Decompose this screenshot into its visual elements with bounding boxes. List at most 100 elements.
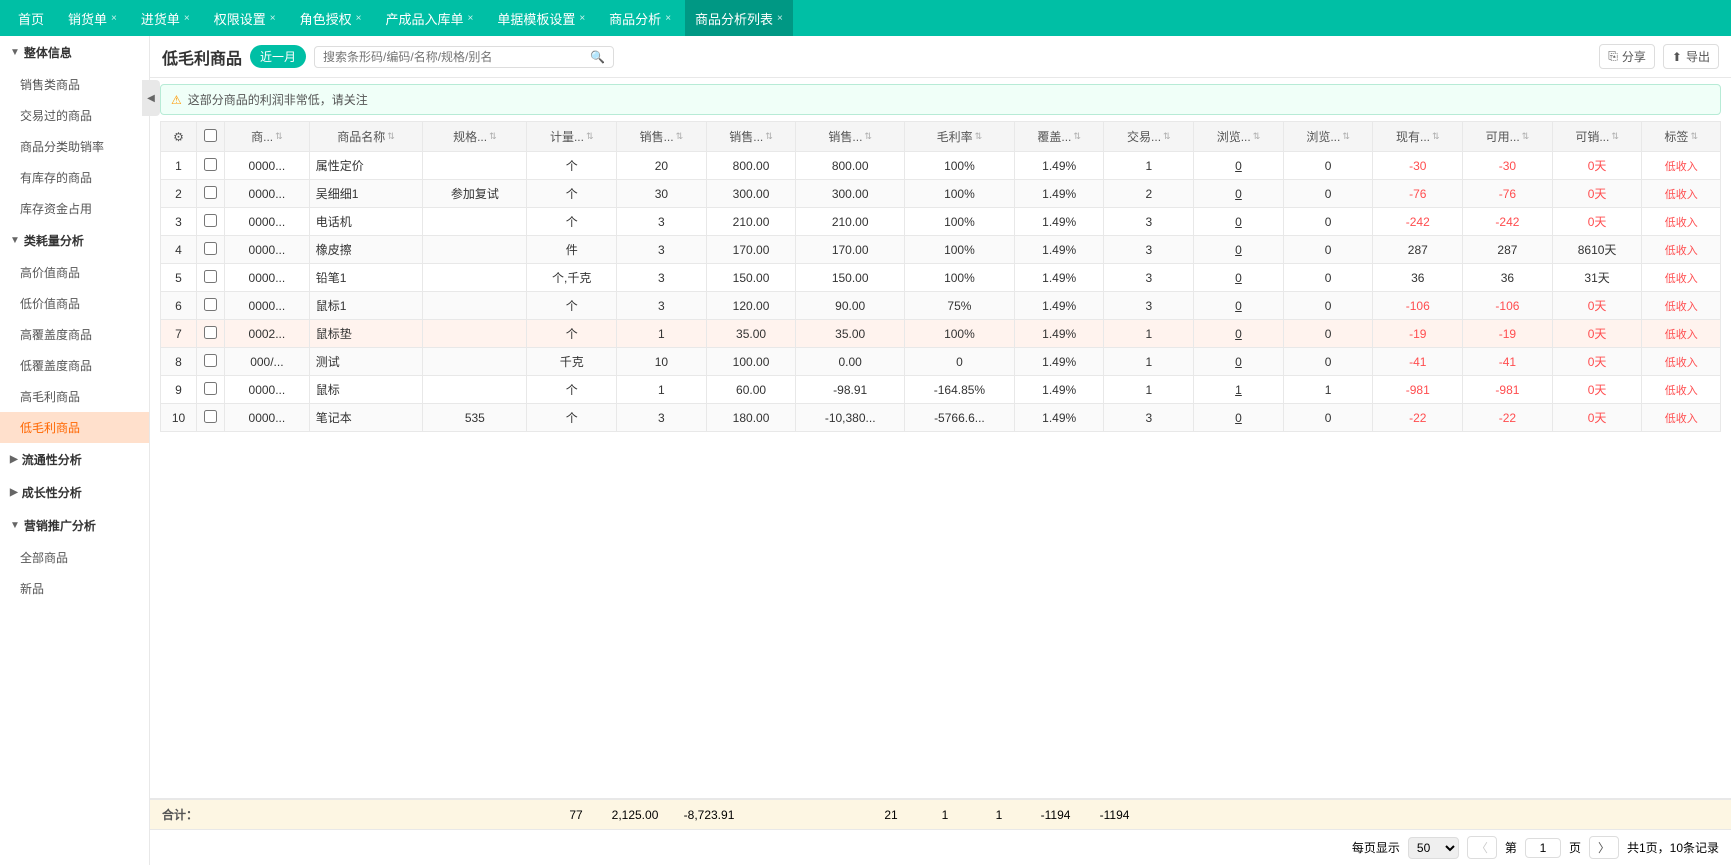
browse1-link[interactable]: 0 <box>1235 187 1242 201</box>
sort-icon-spec[interactable]: ⇅ <box>489 131 497 142</box>
sort-icon-transaction[interactable]: ⇅ <box>1163 131 1171 142</box>
browse1-link[interactable]: 1 <box>1235 383 1242 397</box>
browse1-link[interactable]: 0 <box>1235 271 1242 285</box>
sort-icon-coverage[interactable]: ⇅ <box>1073 131 1081 142</box>
sidebar-item-高覆盖度商品[interactable]: 高覆盖度商品 <box>0 319 149 350</box>
prev-page-button[interactable]: 〈 <box>1467 836 1497 859</box>
sidebar-item-高毛利商品[interactable]: 高毛利商品 <box>0 381 149 412</box>
nav-item-销货单[interactable]: 销货单× <box>58 0 127 36</box>
sidebar-group-成长性分析[interactable]: ▶成长性分析 <box>0 476 149 509</box>
share-button[interactable]: ⎘ 分享 <box>1599 44 1655 69</box>
row-sales-price: 170.00 <box>706 236 796 264</box>
nav-item-单据模板设置[interactable]: 单据模板设置× <box>487 0 595 36</box>
nav-item-进货单[interactable]: 进货单× <box>131 0 200 36</box>
sidebar-group-流通性分析[interactable]: ▶流通性分析 <box>0 443 149 476</box>
browse1-link[interactable]: 0 <box>1235 215 1242 229</box>
row-sales-price: 800.00 <box>706 152 796 180</box>
sort-icon-browse2[interactable]: ⇅ <box>1342 131 1350 142</box>
row-current-stock: -106 <box>1373 292 1463 320</box>
sidebar-item-销售类商品[interactable]: 销售类商品 <box>0 69 149 100</box>
nav-close-icon[interactable]: × <box>777 13 783 24</box>
nav-close-icon[interactable]: × <box>356 13 362 24</box>
sidebar-item-高价值商品[interactable]: 高价值商品 <box>0 257 149 288</box>
browse1-link[interactable]: 0 <box>1235 355 1242 369</box>
page-size-select[interactable]: 50 100 200 <box>1408 837 1459 859</box>
table-row: 90000...鼠标个160.00-98.91-164.85%1.49%111-… <box>161 376 1721 404</box>
sidebar-collapse-button[interactable]: ◀ <box>142 80 160 116</box>
sidebar-item-交易过的商品[interactable]: 交易过的商品 <box>0 100 149 131</box>
nav-item-商品分析列表[interactable]: 商品分析列表× <box>685 0 793 36</box>
sidebar-item-低毛利商品[interactable]: 低毛利商品 <box>0 412 149 443</box>
sort-icon-available[interactable]: ⇅ <box>1522 131 1530 142</box>
row-checkbox[interactable] <box>204 214 217 227</box>
row-sales-profit: 0.00 <box>796 348 905 376</box>
row-browse2: 1 <box>1283 376 1373 404</box>
sidebar-item-新品[interactable]: 新品 <box>0 573 149 604</box>
sort-icon-code[interactable]: ⇅ <box>275 131 283 142</box>
sort-icon-sales-qty[interactable]: ⇅ <box>676 131 684 142</box>
nav-close-icon[interactable]: × <box>270 13 276 24</box>
row-browse1: 0 <box>1194 320 1284 348</box>
row-checkbox[interactable] <box>204 410 217 423</box>
sidebar-group-整体信息[interactable]: ▼整体信息 <box>0 36 149 69</box>
col-settings[interactable]: ⚙ <box>161 122 197 152</box>
row-transaction: 3 <box>1104 264 1194 292</box>
col-sales-profit: 销售...⇅ <box>796 122 905 152</box>
sort-icon-sellable[interactable]: ⇅ <box>1611 131 1619 142</box>
next-page-button[interactable]: 〉 <box>1589 836 1619 859</box>
row-name: 鼠标1 <box>309 292 423 320</box>
nav-item-商品分析[interactable]: 商品分析× <box>599 0 681 36</box>
table-row: 100000...笔记本535个3180.00-10,380...-5766.6… <box>161 404 1721 432</box>
row-checkbox[interactable] <box>204 242 217 255</box>
page-number-input[interactable] <box>1525 838 1561 858</box>
table-header-row: ⚙ 商...⇅ 商品名称⇅ 规格...⇅ 计量...⇅ 销售...⇅ 销售...… <box>161 122 1721 152</box>
row-checkbox[interactable] <box>204 158 217 171</box>
row-current-stock: -76 <box>1373 180 1463 208</box>
sort-icon-browse1[interactable]: ⇅ <box>1253 131 1261 142</box>
sidebar-item-商品分类助销率[interactable]: 商品分类助销率 <box>0 131 149 162</box>
browse1-link[interactable]: 0 <box>1235 299 1242 313</box>
browse1-link[interactable]: 0 <box>1235 159 1242 173</box>
nav-item-角色授权[interactable]: 角色授权× <box>290 0 372 36</box>
date-filter-button[interactable]: 近一月 <box>250 45 306 68</box>
browse1-link[interactable]: 0 <box>1235 327 1242 341</box>
export-button[interactable]: ⬆ 导出 <box>1663 44 1719 69</box>
row-checkbox[interactable] <box>204 298 217 311</box>
select-all-checkbox[interactable] <box>204 129 217 142</box>
browse1-link[interactable]: 0 <box>1235 411 1242 425</box>
row-unit: 个 <box>527 404 617 432</box>
row-checkbox[interactable] <box>204 382 217 395</box>
sort-icon-unit[interactable]: ⇅ <box>586 131 594 142</box>
sort-icon-sales-profit[interactable]: ⇅ <box>864 131 872 142</box>
nav-close-icon[interactable]: × <box>579 13 585 24</box>
sort-icon-current-stock[interactable]: ⇅ <box>1432 131 1440 142</box>
search-icon[interactable]: 🔍 <box>590 50 605 64</box>
nav-close-icon[interactable]: × <box>467 13 473 24</box>
sort-icon-gross-margin[interactable]: ⇅ <box>975 131 983 142</box>
search-input[interactable] <box>323 50 584 64</box>
browse1-link[interactable]: 0 <box>1235 243 1242 257</box>
nav-close-icon[interactable]: × <box>111 13 117 24</box>
sidebar-item-低覆盖度商品[interactable]: 低覆盖度商品 <box>0 350 149 381</box>
row-sales-profit: -98.91 <box>796 376 905 404</box>
nav-close-icon[interactable]: × <box>665 13 671 24</box>
row-checkbox[interactable] <box>204 326 217 339</box>
sidebar-item-低价值商品[interactable]: 低价值商品 <box>0 288 149 319</box>
sidebar-group-营销推广分析[interactable]: ▼营销推广分析 <box>0 509 149 542</box>
sort-icon-sales-price[interactable]: ⇅ <box>765 131 773 142</box>
sidebar-item-有库存的商品[interactable]: 有库存的商品 <box>0 162 149 193</box>
sort-icon-name[interactable]: ⇅ <box>387 131 395 142</box>
nav-close-icon[interactable]: × <box>184 13 190 24</box>
row-checkbox[interactable] <box>204 270 217 283</box>
sidebar-item-全部商品[interactable]: 全部商品 <box>0 542 149 573</box>
nav-item-首页[interactable]: 首页 <box>8 0 54 36</box>
row-checkbox[interactable] <box>204 186 217 199</box>
nav-item-权限设置[interactable]: 权限设置× <box>204 0 286 36</box>
chevron-icon: ▼ <box>10 235 20 246</box>
sidebar-item-库存资金占用[interactable]: 库存资金占用 <box>0 193 149 224</box>
row-checkbox[interactable] <box>204 354 217 367</box>
sidebar-group-类耗量分析[interactable]: ▼类耗量分析 <box>0 224 149 257</box>
settings-icon[interactable]: ⚙ <box>173 130 184 144</box>
sort-icon-tag[interactable]: ⇅ <box>1690 131 1698 142</box>
nav-item-产成品入库单[interactable]: 产成品入库单× <box>375 0 483 36</box>
